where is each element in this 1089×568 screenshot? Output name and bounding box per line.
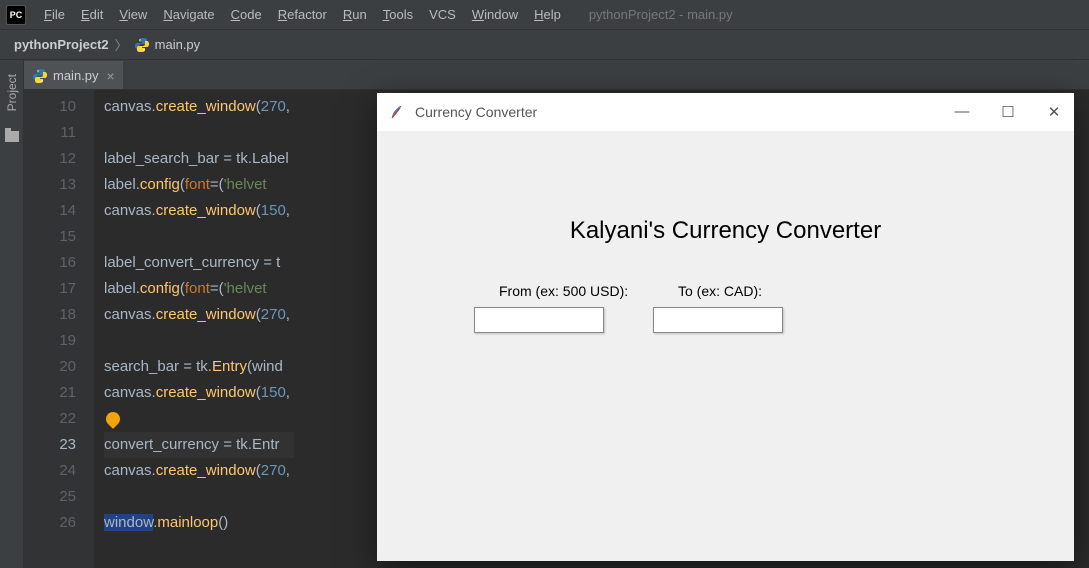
pycharm-icon: PC — [6, 5, 26, 25]
close-button[interactable]: ✕ — [1046, 103, 1062, 121]
menu-navigate[interactable]: Navigate — [155, 3, 222, 26]
tk-titlebar[interactable]: Currency Converter — ☐ ✕ — [377, 93, 1074, 131]
window-title: pythonProject2 - main.py — [589, 7, 733, 22]
tkinter-window: Currency Converter — ☐ ✕ Kalyani's Curre… — [377, 93, 1074, 561]
folder-icon — [5, 131, 19, 142]
breadcrumb: pythonProject2 〉 main.py — [0, 30, 1089, 60]
menu-tools[interactable]: Tools — [375, 3, 421, 26]
menu-help[interactable]: Help — [526, 3, 569, 26]
from-input[interactable] — [474, 307, 604, 333]
close-icon[interactable]: × — [107, 68, 115, 84]
minimize-button[interactable]: — — [954, 103, 970, 121]
menu-refactor[interactable]: Refactor — [270, 3, 335, 26]
to-label: To (ex: CAD): — [678, 283, 762, 299]
app-heading: Kalyani's Currency Converter — [377, 217, 1074, 245]
menu-run[interactable]: Run — [335, 3, 375, 26]
menu-file[interactable]: File — [36, 3, 73, 26]
tk-canvas: Kalyani's Currency Converter From (ex: 5… — [377, 131, 1074, 561]
to-input[interactable] — [653, 307, 783, 333]
menubar: PC FileEditViewNavigateCodeRefactorRunTo… — [0, 0, 1089, 30]
tab-label: main.py — [53, 68, 99, 83]
menu-window[interactable]: Window — [464, 3, 526, 26]
tk-window-controls: — ☐ ✕ — [954, 103, 1062, 121]
breadcrumb-project[interactable]: pythonProject2 — [14, 37, 109, 52]
line-gutter: 1011121314151617181920212223242526 — [24, 90, 94, 568]
from-label: From (ex: 500 USD): — [499, 283, 628, 299]
editor-tab-main[interactable]: main.py × — [24, 61, 123, 89]
menu-view[interactable]: View — [111, 3, 155, 26]
menu-code[interactable]: Code — [223, 3, 270, 26]
tk-title: Currency Converter — [415, 104, 537, 120]
python-file-icon — [134, 37, 150, 53]
menu-vcs[interactable]: VCS — [421, 3, 464, 26]
project-toolwindow-button[interactable]: Project — [5, 68, 19, 117]
python-file-icon — [32, 68, 48, 84]
tk-feather-icon — [389, 104, 405, 120]
maximize-button[interactable]: ☐ — [1000, 103, 1016, 121]
code-area[interactable]: canvas.create_window(270, label_search_b… — [94, 90, 294, 568]
breadcrumb-file[interactable]: main.py — [155, 37, 201, 52]
breadcrumb-separator: 〉 — [115, 35, 128, 54]
editor-tabbar: main.py × — [24, 60, 1089, 90]
left-toolbar: Project — [0, 60, 24, 568]
menu-edit[interactable]: Edit — [73, 3, 111, 26]
